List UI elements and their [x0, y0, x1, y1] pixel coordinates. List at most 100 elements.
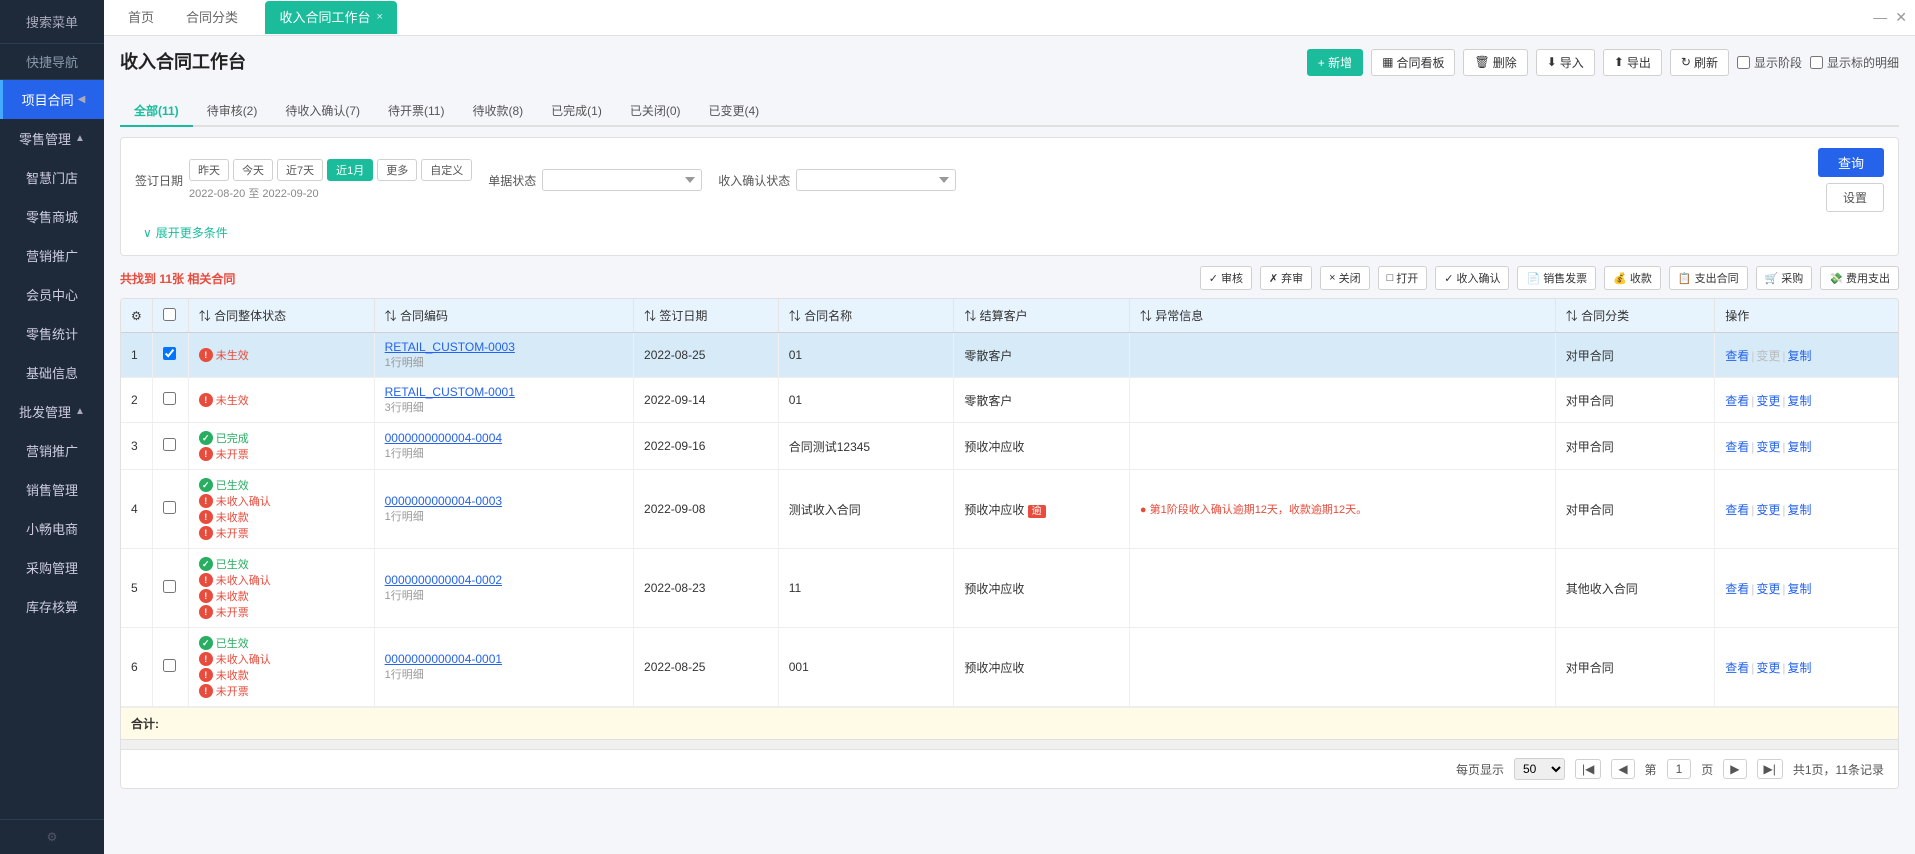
row-select-checkbox[interactable]: [163, 580, 176, 593]
row-select-checkbox[interactable]: [163, 659, 176, 672]
row-checkbox[interactable]: [152, 423, 188, 470]
sidebar-item-xiaochang[interactable]: 小畅电商: [0, 509, 104, 548]
page-next-button[interactable]: ▶: [1723, 759, 1746, 779]
contract-panel-button[interactable]: ▦ 合同看板: [1371, 49, 1455, 76]
minimize-icon[interactable]: —: [1873, 9, 1887, 26]
sidebar-item-retail-mall[interactable]: 零售商城: [0, 197, 104, 236]
op-变更[interactable]: 变更: [1756, 394, 1780, 408]
income-confirm-select[interactable]: [796, 169, 956, 191]
contract-code-link[interactable]: 0000000000004-0004: [385, 431, 502, 445]
payment-button[interactable]: 💰 收款: [1604, 266, 1661, 290]
income-confirm-button[interactable]: ✓ 收入确认: [1435, 266, 1509, 290]
col-settings[interactable]: ⚙: [121, 299, 152, 333]
filter-tab-pending-review[interactable]: 待审核(2): [193, 96, 272, 127]
close-button[interactable]: × 关闭: [1320, 266, 1369, 290]
row-checkbox[interactable]: [152, 333, 188, 378]
op-查看[interactable]: 查看: [1725, 394, 1749, 408]
tab-income-contract-close[interactable]: ×: [376, 11, 382, 23]
op-变更[interactable]: 变更: [1756, 582, 1780, 596]
page-prev-button[interactable]: ◀: [1611, 759, 1634, 779]
op-复制[interactable]: 复制: [1788, 394, 1812, 408]
tab-contract-category-close[interactable]: ×: [243, 11, 249, 23]
new-button[interactable]: + 新增: [1307, 49, 1363, 76]
sidebar-item-sales[interactable]: 销售管理: [0, 470, 104, 509]
col-checkbox[interactable]: [152, 299, 188, 333]
show-detail-input[interactable]: [1810, 56, 1823, 69]
date-custom[interactable]: 自定义: [421, 159, 472, 181]
filter-tab-completed[interactable]: 已完成(1): [537, 96, 616, 127]
sidebar-item-project[interactable]: 项目合同 ◀: [0, 80, 104, 119]
op-查看[interactable]: 查看: [1725, 503, 1749, 517]
audit-button[interactable]: ✓ 审核: [1200, 266, 1252, 290]
tab-income-contract[interactable]: 收入合同工作台 ×: [265, 1, 396, 34]
abandon-audit-button[interactable]: ✗ 弃审: [1260, 266, 1312, 290]
contract-code-link[interactable]: 0000000000004-0001: [385, 652, 502, 666]
filter-tab-pending-confirm[interactable]: 待收入确认(7): [271, 96, 374, 127]
close-window-icon[interactable]: ✕: [1895, 9, 1907, 26]
op-查看[interactable]: 查看: [1725, 349, 1749, 363]
date-yesterday[interactable]: 昨天: [189, 159, 229, 181]
contract-code-link[interactable]: RETAIL_CUSTOM-0003: [385, 340, 515, 354]
op-查看[interactable]: 查看: [1725, 582, 1749, 596]
row-select-checkbox[interactable]: [163, 347, 176, 360]
page-size-select[interactable]: 50 20 100: [1514, 758, 1565, 780]
date-7days[interactable]: 近7天: [277, 159, 323, 181]
row-checkbox[interactable]: [152, 378, 188, 423]
purchase-button[interactable]: 🛒 采购: [1756, 266, 1813, 290]
scrollbar[interactable]: [121, 739, 1898, 749]
op-查看[interactable]: 查看: [1725, 440, 1749, 454]
op-变更[interactable]: 变更: [1756, 503, 1780, 517]
sidebar-search[interactable]: 搜索菜单: [0, 0, 104, 44]
filter-tab-closed[interactable]: 已关闭(0): [616, 96, 695, 127]
row-select-checkbox[interactable]: [163, 501, 176, 514]
tab-contract-category[interactable]: 合同分类 ×: [170, 0, 265, 36]
query-button[interactable]: 查询: [1818, 148, 1884, 177]
sidebar-item-inventory[interactable]: 库存核算: [0, 587, 104, 626]
sidebar-quick-nav[interactable]: 快捷导航: [0, 44, 104, 80]
op-变更[interactable]: 变更: [1756, 661, 1780, 675]
page-first-button[interactable]: |◀: [1575, 759, 1601, 779]
op-复制[interactable]: 复制: [1788, 661, 1812, 675]
filter-tab-pending-invoice[interactable]: 待开票(11): [374, 96, 458, 127]
contract-code-link[interactable]: 0000000000004-0003: [385, 494, 502, 508]
filter-tab-changed[interactable]: 已变更(4): [695, 96, 774, 127]
expense-out-button[interactable]: 💸 费用支出: [1820, 266, 1899, 290]
page-last-button[interactable]: ▶|: [1757, 759, 1783, 779]
show-stage-checkbox[interactable]: 显示阶段: [1737, 54, 1802, 71]
row-select-checkbox[interactable]: [163, 438, 176, 451]
setting-button[interactable]: 设置: [1826, 183, 1884, 212]
op-变更[interactable]: 变更: [1756, 440, 1780, 454]
expand-conditions-button[interactable]: ∨ 展开更多条件: [135, 220, 1884, 245]
sales-invoice-button[interactable]: 📄 销售发票: [1517, 266, 1596, 290]
sidebar-item-retail[interactable]: 零售管理 ▲: [0, 119, 104, 158]
export-button[interactable]: ⬆ 导出: [1603, 49, 1662, 76]
date-today[interactable]: 今天: [233, 159, 273, 181]
tab-home[interactable]: 首页: [112, 0, 170, 36]
show-detail-checkbox[interactable]: 显示标的明细: [1810, 54, 1899, 71]
expense-contract-button[interactable]: 📋 支出合同: [1669, 266, 1748, 290]
op-查看[interactable]: 查看: [1725, 661, 1749, 675]
delete-button[interactable]: 🗑 删除: [1463, 49, 1527, 76]
select-all-checkbox[interactable]: [163, 308, 176, 321]
sidebar-item-smart-store[interactable]: 智慧门店: [0, 158, 104, 197]
sidebar-item-wholesale[interactable]: 批发管理 ▲: [0, 392, 104, 431]
op-复制[interactable]: 复制: [1788, 440, 1812, 454]
row-checkbox[interactable]: [152, 470, 188, 549]
filter-tab-pending-payment[interactable]: 待收款(8): [458, 96, 537, 127]
date-more[interactable]: 更多: [377, 159, 417, 181]
sidebar-item-marketing[interactable]: 营销推广: [0, 236, 104, 275]
sidebar-item-member[interactable]: 会员中心: [0, 275, 104, 314]
sidebar-item-base-info[interactable]: 基础信息: [0, 353, 104, 392]
sidebar-settings[interactable]: ⚙: [0, 819, 104, 854]
sidebar-item-purchase[interactable]: 采购管理: [0, 548, 104, 587]
doc-status-select[interactable]: [542, 169, 702, 191]
op-复制[interactable]: 复制: [1788, 503, 1812, 517]
sidebar-item-marketing2[interactable]: 营销推广: [0, 431, 104, 470]
row-checkbox[interactable]: [152, 628, 188, 707]
op-复制[interactable]: 复制: [1788, 349, 1812, 363]
contract-code-link[interactable]: 0000000000004-0002: [385, 573, 502, 587]
row-checkbox[interactable]: [152, 549, 188, 628]
contract-code-link[interactable]: RETAIL_CUSTOM-0001: [385, 385, 515, 399]
show-stage-input[interactable]: [1737, 56, 1750, 69]
row-select-checkbox[interactable]: [163, 392, 176, 405]
